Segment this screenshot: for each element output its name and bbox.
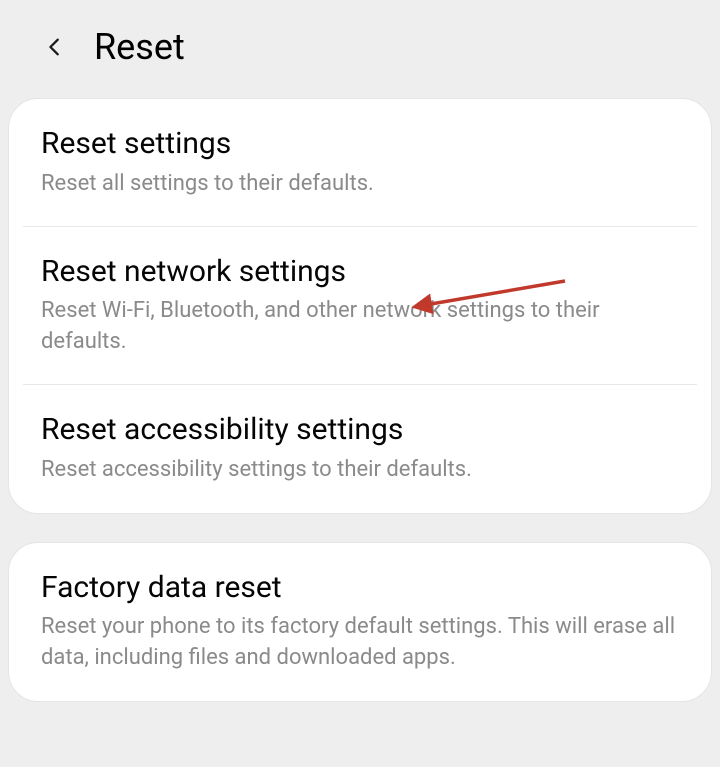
item-desc: Reset accessibility settings to their de… <box>41 455 679 485</box>
reset-network-settings-item[interactable]: Reset network settings Reset Wi-Fi, Blue… <box>9 227 711 385</box>
item-title: Reset network settings <box>41 253 679 291</box>
item-desc: Reset all settings to their defaults. <box>41 169 679 199</box>
item-desc: Reset Wi-Fi, Bluetooth, and other networ… <box>41 296 679 357</box>
item-title: Reset accessibility settings <box>41 411 679 449</box>
page-title: Reset <box>94 26 185 68</box>
factory-data-reset-item[interactable]: Factory data reset Reset your phone to i… <box>9 543 711 701</box>
item-title: Factory data reset <box>41 569 679 607</box>
reset-accessibility-settings-item[interactable]: Reset accessibility settings Reset acces… <box>9 385 711 513</box>
header: Reset <box>0 0 720 98</box>
reset-settings-item[interactable]: Reset settings Reset all settings to the… <box>9 99 711 227</box>
item-title: Reset settings <box>41 125 679 163</box>
back-icon[interactable] <box>44 36 66 58</box>
reset-options-card: Reset settings Reset all settings to the… <box>8 98 712 514</box>
item-desc: Reset your phone to its factory default … <box>41 612 679 673</box>
factory-reset-card: Factory data reset Reset your phone to i… <box>8 542 712 702</box>
